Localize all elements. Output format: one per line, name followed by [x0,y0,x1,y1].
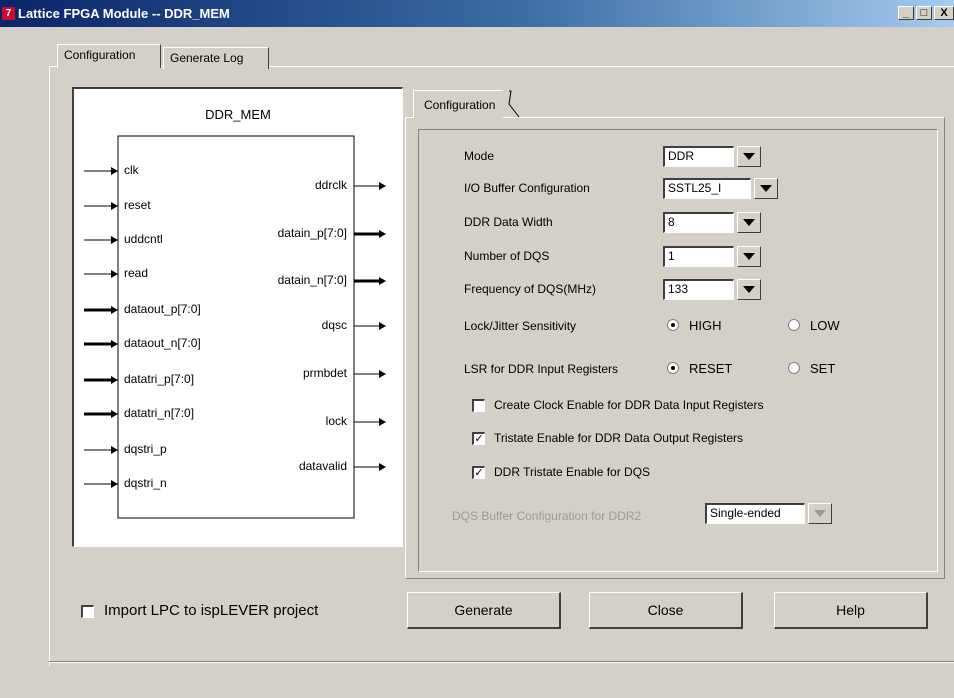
minimize-button[interactable]: _ [898,6,914,20]
window-title: Lattice FPGA Module -- DDR_MEM [18,6,230,21]
create-clock-enable-label: Create Clock Enable for DDR Data Input R… [494,398,764,412]
input-pin-arrow [84,202,118,210]
output-pin-arrow [354,182,386,190]
lattice-logo-icon: 7 [2,7,15,20]
freq-label: Frequency of DQS(MHz) [464,282,597,296]
lock-high-radio[interactable] [667,319,679,331]
input-pin-arrow [84,270,118,278]
mode-label: Mode [464,149,495,163]
inner-tab-label: Configuration [424,98,496,112]
input-pin-label: dqstri_n [124,476,167,490]
output-pin-arrow [354,277,386,285]
main-window: 7 Lattice FPGA Module -- DDR_MEM _ □ X C… [0,0,954,698]
io-buffer-dropdown-button[interactable] [754,178,778,199]
lock-low-radio[interactable] [788,319,800,331]
output-pin-label: datain_p[7:0] [277,226,347,240]
inner-tab-edge [508,90,520,118]
lsr-reset-radio[interactable] [667,362,679,374]
inner-tab-configuration[interactable]: Configuration [413,90,504,118]
input-pin-label: dataout_n[7:0] [124,336,201,350]
lock-low-label: LOW [810,318,840,333]
chevron-down-icon [743,253,755,260]
io-buffer-label: I/O Buffer Configuration [464,181,590,195]
output-pin-label: dqsc [321,318,347,332]
chevron-down-icon [743,153,755,160]
input-pin-label: datatri_n[7:0] [124,406,195,420]
lsr-set-label: SET [810,361,836,376]
output-pin-label: datain_n[7:0] [277,273,347,287]
tab-configuration-label: Configuration [64,48,136,62]
dqs-buffer-dropdown-button[interactable] [808,503,832,524]
input-pin-label: dqstri_p [124,442,167,456]
lsr-label: LSR for DDR Input Registers [464,362,619,376]
output-pin-label: ddrclk [314,178,347,192]
input-pin-label: read [124,266,149,280]
ddr-tristate-dqs-checkbox[interactable]: ✓ [472,466,485,479]
input-pin-arrow [84,167,118,175]
maximize-button[interactable]: □ [916,6,932,20]
lock-high-label: HIGH [689,318,722,333]
output-pin-arrow [354,370,386,378]
tab-configuration[interactable]: Configuration [57,44,161,68]
io-buffer-select[interactable]: SSTL25_I [663,178,751,199]
input-pin-arrow [84,236,118,244]
title-bar[interactable]: 7 Lattice FPGA Module -- DDR_MEM _ □ X [0,0,954,27]
import-lpc-checkbox[interactable] [81,605,94,618]
num-dqs-label: Number of DQS [464,249,550,263]
input-pin-arrow [84,340,118,348]
output-pin-label: lock [325,414,347,428]
tristate-enable-label: Tristate Enable for DDR Data Output Regi… [494,431,743,445]
num-dqs-dropdown-button[interactable] [737,246,761,267]
ddr-tristate-dqs-label: DDR Tristate Enable for DQS [494,465,651,479]
generate-button[interactable]: Generate [407,592,561,629]
close-button[interactable]: Close [589,592,743,629]
lock-jitter-label: Lock/Jitter Sensitivity [464,319,577,333]
output-pin-label: datavalid [298,459,347,473]
input-pin-label: reset [124,198,151,212]
input-pin-arrow [84,306,118,314]
mode-select[interactable]: DDR [663,146,734,167]
input-pin-label: dataout_p[7:0] [124,302,201,316]
dqs-buffer-label: DQS Buffer Configuration for DDR2 [452,509,642,523]
data-width-label: DDR Data Width [464,215,553,229]
input-pin-arrow [84,446,118,454]
tab-generate-log-label: Generate Log [170,51,244,65]
data-width-dropdown-button[interactable] [737,212,761,233]
input-pin-label: datatri_p[7:0] [124,372,195,386]
chevron-down-icon [743,286,755,293]
output-pin-label: prmbdet [302,366,347,380]
data-width-select[interactable]: 8 [663,212,734,233]
input-pin-arrow [84,480,118,488]
input-pin-label: uddcntl [124,232,163,246]
input-pin-label: clk [124,163,139,177]
module-diagram: DDR_MEM clk reset uddcntl read dataout_p[7:0… [72,87,403,547]
chevron-down-icon [760,185,772,192]
chevron-down-icon [743,219,755,226]
input-pin-arrow [84,410,118,418]
help-button[interactable]: Help [774,592,928,629]
lsr-set-radio[interactable] [788,362,800,374]
output-pin-arrow [354,418,386,426]
import-lpc-label: Import LPC to ispLEVER project [104,602,319,619]
close-window-button[interactable]: X [934,6,954,20]
output-pin-arrow [354,230,386,238]
num-dqs-select[interactable]: 1 [663,246,734,267]
tristate-enable-checkbox[interactable]: ✓ [472,432,485,445]
mode-dropdown-button[interactable] [737,146,761,167]
create-clock-enable-checkbox[interactable] [472,399,485,412]
input-pin-arrow [84,376,118,384]
chevron-down-icon [814,510,826,517]
tab-generate-log[interactable]: Generate Log [163,47,269,69]
freq-dropdown-button[interactable] [737,279,761,300]
output-pin-arrow [354,463,386,471]
lsr-reset-label: RESET [689,361,733,376]
dqs-buffer-select[interactable]: Single-ended [705,503,805,524]
output-pin-arrow [354,322,386,330]
bottom-separator [49,661,954,663]
freq-select[interactable]: 133 [663,279,734,300]
